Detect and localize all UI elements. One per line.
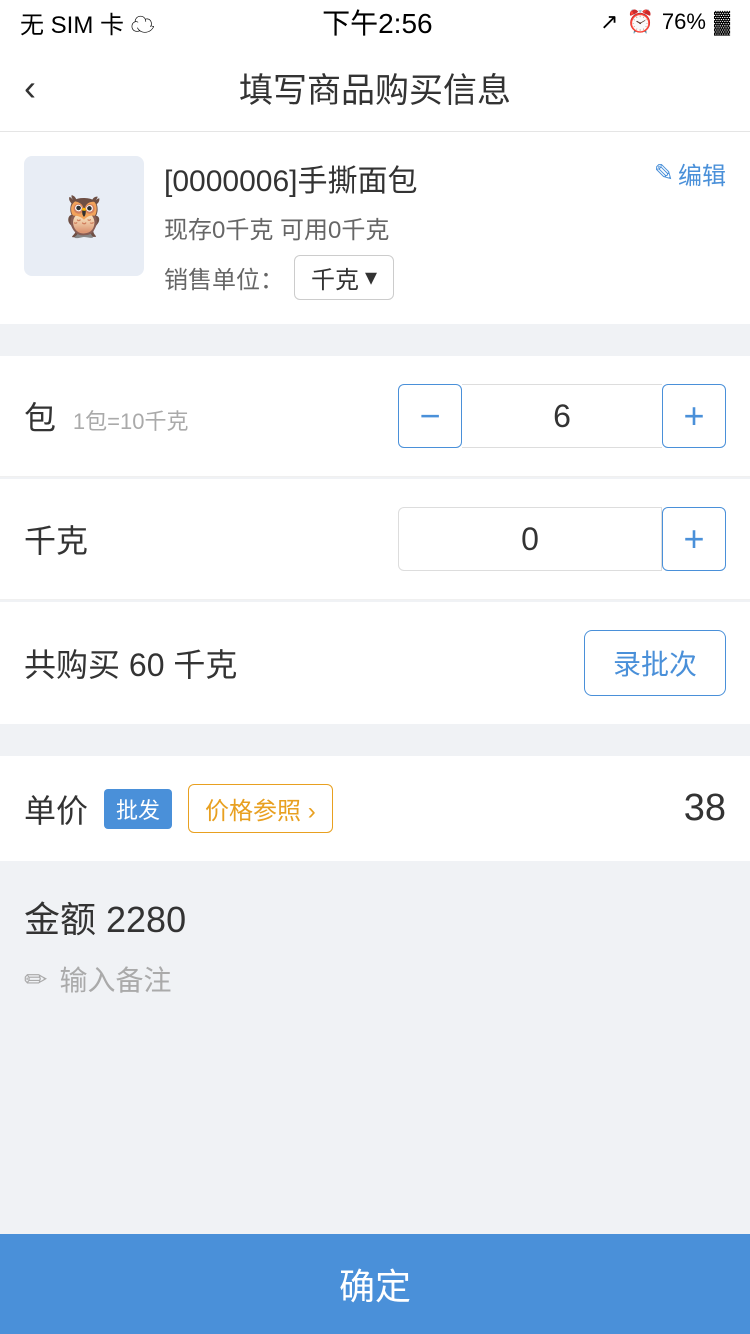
status-left: 无 SIM 卡 ☁ [20,5,155,40]
dropdown-icon: ▾ [365,263,377,292]
bao-quantity-section: 包 1包=10千克 − + [0,356,750,477]
price-tag: 批发 [104,789,172,829]
nav-bar: ‹ 填写商品购买信息 [0,44,750,132]
location-icon: ↗ [600,9,618,35]
kg-label: 千克 [24,516,398,562]
alarm-icon: ⏰ [626,9,653,35]
price-row: 单价 批发 价格参照 › 38 [24,784,726,833]
bao-plus-button[interactable]: + [662,384,726,448]
note-placeholder[interactable]: 输入备注 [59,959,171,999]
status-time: 下午2:56 [322,2,433,42]
note-row[interactable]: ✏ 输入备注 [24,959,726,1019]
separator-2 [0,740,750,756]
unit-value: 千克 [311,260,359,295]
bao-quantity-row: 包 1包=10千克 − + [0,356,750,477]
total-label: 共购买 60 千克 [24,640,237,686]
separator-1 [0,340,750,356]
product-stock: 现存0千克 可用0千克 [164,210,726,245]
page-title: 填写商品购买信息 [239,63,511,112]
product-image: 🦉 [24,156,144,276]
battery-level: 76% [662,9,706,35]
unit-label: 销售单位： [164,260,284,295]
price-section: 单价 批发 价格参照 › 38 [0,756,750,861]
price-label: 单价 [24,786,88,832]
edit-label: 编辑 [678,156,726,191]
kg-quantity-section: 千克 + [0,479,750,600]
confirm-bar[interactable]: 确定 [0,1234,750,1334]
kg-quantity-input[interactable] [398,507,662,571]
status-right: ↗ ⏰ 76% ▓ [600,9,730,35]
sim-status: 无 SIM 卡 ☁ [20,5,155,40]
battery-icon: ▓ [714,9,730,35]
kg-quantity-row: 千克 + [0,479,750,600]
product-card: 🦉 [0000006]手撕面包 现存0千克 可用0千克 销售单位： 千克 ▾ ✎… [0,132,750,324]
record-batch-button[interactable]: 录批次 [584,630,726,696]
bao-hint: 1包=10千克 [73,409,189,434]
price-reference-button[interactable]: 价格参照 › [188,784,333,833]
bao-quantity-input[interactable] [462,384,662,448]
amount-section: 金额 2280 ✏ 输入备注 [0,863,750,1019]
bao-quantity-controls: − + [398,384,726,448]
pencil-icon: ✏ [24,963,47,996]
unit-selector[interactable]: 千克 ▾ [294,255,394,300]
product-unit-row: 销售单位： 千克 ▾ [164,255,726,300]
total-section: 共购买 60 千克 录批次 [0,602,750,724]
edit-icon: ✎ [654,159,674,188]
product-name: [0000006]手撕面包 [164,156,726,200]
confirm-label: 确定 [339,1258,411,1310]
back-button[interactable]: ‹ [24,67,36,109]
kg-quantity-controls: + [398,507,726,571]
bao-minus-button[interactable]: − [398,384,462,448]
kg-plus-button[interactable]: + [662,507,726,571]
price-value: 38 [684,787,726,830]
product-logo: 🦉 [59,193,109,240]
bao-label: 包 1包=10千克 [24,393,398,439]
status-bar: 无 SIM 卡 ☁ 下午2:56 ↗ ⏰ 76% ▓ [0,0,750,44]
amount-label: 金额 2280 [24,891,726,943]
product-info: [0000006]手撕面包 现存0千克 可用0千克 销售单位： 千克 ▾ [164,156,726,300]
edit-button[interactable]: ✎ 编辑 [654,156,726,191]
